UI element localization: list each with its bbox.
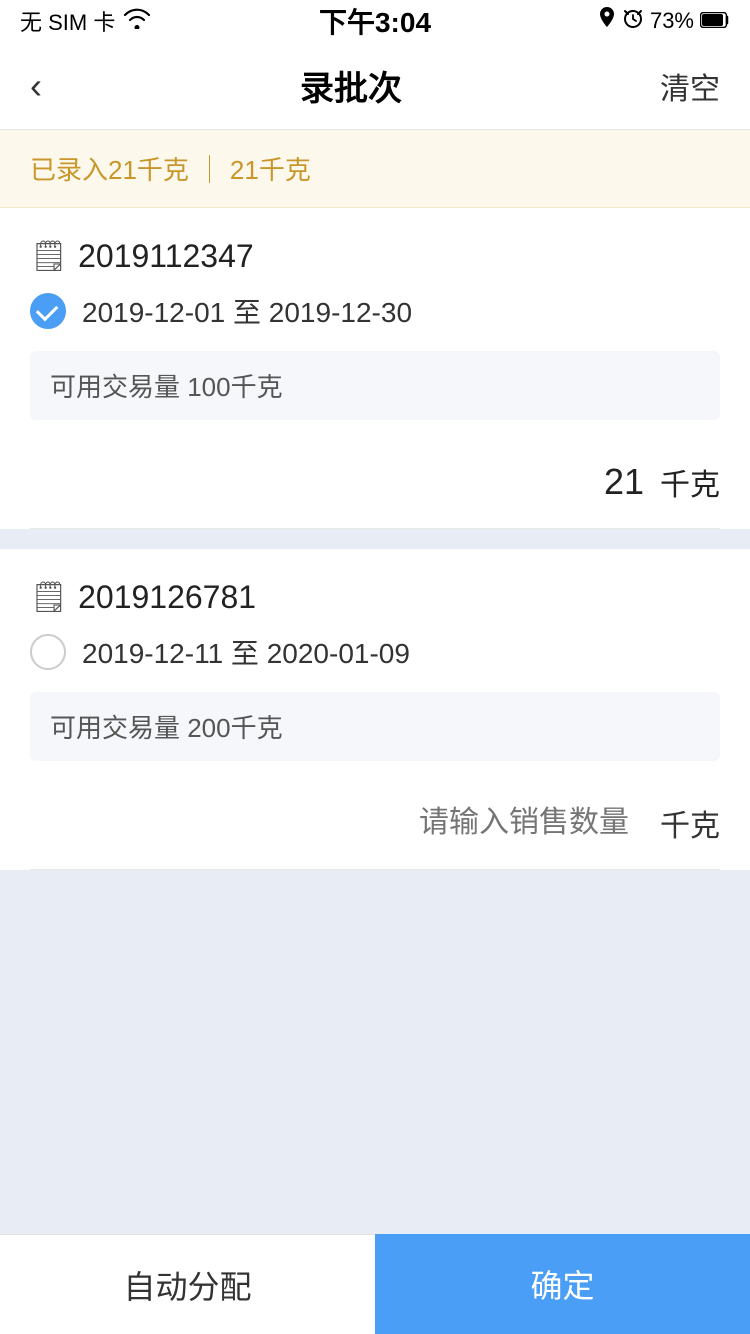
bottom-bar: 自动分配 确定 [0,1234,750,1334]
batch2-radio[interactable] [30,634,66,670]
location-icon [598,7,616,35]
batch2-date-row: 2019-12-11 至 2020-01-09 [30,632,720,672]
batch2-input-row: 千克 [30,781,720,870]
auto-distribute-button[interactable]: 自动分配 [0,1234,375,1334]
batch1-qty-unit: 千克 [660,460,720,504]
alarm-icon [622,7,644,35]
status-left: 无 SIM 卡 [20,5,151,37]
recorded-value: 21千克 [230,150,311,187]
batch1-header: 🗒 2019112347 [30,238,720,275]
batch2-quantity-input[interactable] [344,806,644,840]
sim-text: 无 SIM 卡 [20,5,115,37]
battery-icon [700,8,730,34]
batch-item-1: 🗒 2019112347 2019-12-01 至 2019-12-30 可用交… [0,208,750,529]
batch1-id: 2019112347 [78,238,254,275]
batch-item-2: 🗒 2019126781 2019-12-11 至 2020-01-09 可用交… [0,549,750,870]
batch1-quantity-row: 21 千克 [30,440,720,529]
batch2-header: 🗒 2019126781 [30,579,720,616]
batch1-qty-value: 21 [604,461,644,503]
battery-percent: 73% [650,8,694,34]
batch1-radio[interactable] [30,293,66,329]
info-banner: 已录入21千克 21千克 [0,130,750,208]
status-time: 下午3:04 [319,1,431,41]
wifi-icon [123,7,151,35]
batch1-date-row: 2019-12-01 至 2019-12-30 [30,291,720,331]
batch1-available: 可用交易量 100千克 [30,351,720,420]
page-content: 已录入21千克 21千克 🗒 2019112347 2019-12-01 至 2… [0,130,750,1322]
batch2-qty-unit: 千克 [660,801,720,845]
status-bar: 无 SIM 卡 下午3:04 73% [0,0,750,42]
clear-button[interactable]: 清空 [660,64,720,108]
section-separator [0,529,750,549]
confirm-button[interactable]: 确定 [375,1234,750,1334]
back-button[interactable]: ‹ [30,65,42,107]
batch1-date: 2019-12-01 至 2019-12-30 [82,291,412,331]
batch2-id: 2019126781 [78,579,256,616]
batch2-available: 可用交易量 200千克 [30,692,720,761]
recorded-label: 已录入21千克 [30,150,189,187]
page-title: 录批次 [300,61,402,110]
batch1-icon: 🗒 [30,239,68,274]
nav-bar: ‹ 录批次 清空 [0,42,750,130]
batch2-icon: 🗒 [30,580,68,615]
batch2-date: 2019-12-11 至 2020-01-09 [82,632,410,672]
banner-divider [209,155,210,183]
status-right: 73% [598,7,730,35]
